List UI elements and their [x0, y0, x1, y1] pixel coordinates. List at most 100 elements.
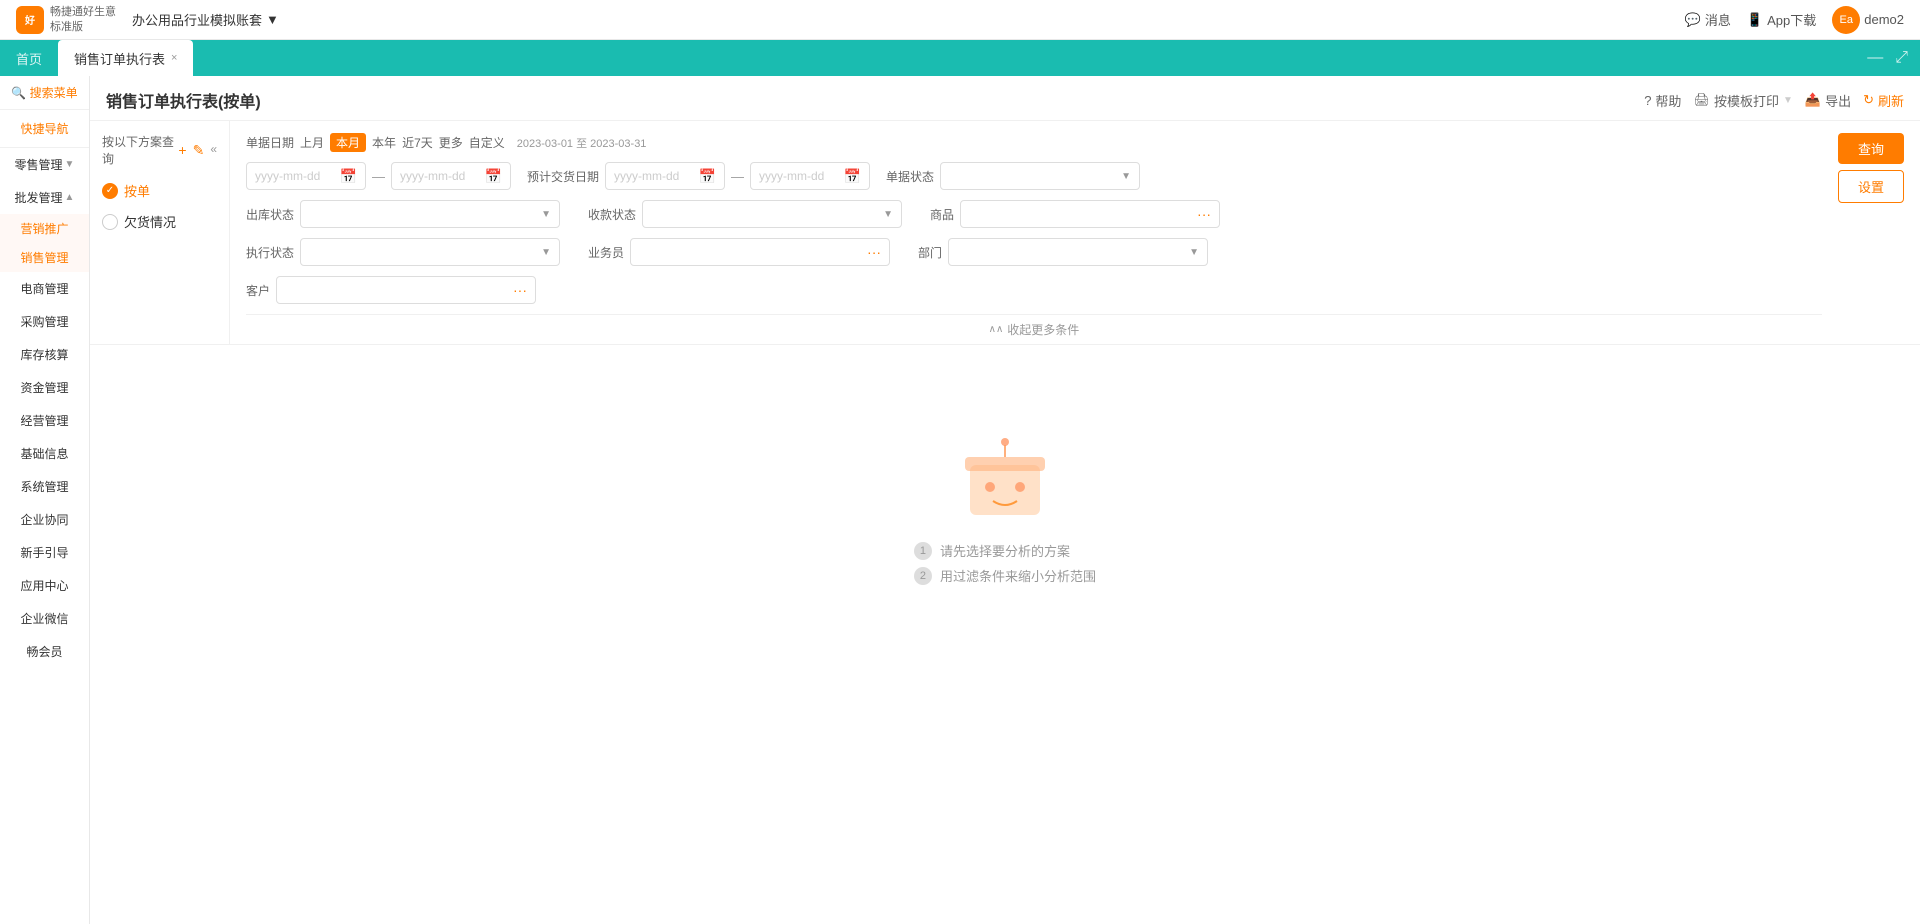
sidebar-item-marketing[interactable]: 营销推广: [0, 214, 89, 243]
app-icon: 📱: [1747, 12, 1763, 28]
salesperson-input[interactable]: ···: [630, 238, 890, 266]
minimize-icon[interactable]: —: [1863, 45, 1887, 71]
maximize-icon[interactable]: ⤢: [1891, 45, 1912, 71]
sidebar-item-ecommerce[interactable]: 电商管理: [0, 272, 89, 305]
doc-status-filter: 单据状态 ▼: [886, 162, 1140, 190]
sidebar-item-finance[interactable]: 资金管理: [0, 371, 89, 404]
logo-area: 好 畅捷通好生意 标准版: [16, 5, 116, 34]
scheme-item-shortage[interactable]: 欠货情况: [90, 206, 229, 237]
logo-icon: 好: [16, 6, 44, 34]
page-title: 销售订单执行表(按单): [106, 88, 261, 112]
date-7days-btn[interactable]: 近7天: [402, 134, 433, 151]
calendar-expected-end-icon[interactable]: 📅: [844, 168, 861, 185]
scheme-item-label-0: 按单: [124, 181, 150, 200]
goods-more-icon[interactable]: ···: [1197, 206, 1211, 222]
print-icon: 🖨: [1693, 92, 1710, 108]
doc-status-select[interactable]: ▼: [940, 162, 1140, 190]
export-label: 导出: [1825, 91, 1851, 110]
sidebar-item-inventory[interactable]: 库存核算: [0, 338, 89, 371]
sidebar-item-basic-info[interactable]: 基础信息: [0, 437, 89, 470]
sidebar-item-wechat[interactable]: 企业微信: [0, 602, 89, 635]
tab-close-icon[interactable]: ×: [171, 52, 177, 64]
empty-step-2: 2 用过滤条件来缩小分析范围: [914, 566, 1096, 585]
sidebar-item-member[interactable]: 畅会员: [0, 635, 89, 668]
scheme-collapse-icon[interactable]: «: [210, 142, 217, 159]
expected-date-start-input[interactable]: yyyy-mm-dd 📅: [605, 162, 725, 190]
print-button[interactable]: 🖨 按模板打印 ▼: [1693, 91, 1792, 110]
date-custom-btn[interactable]: 自定义: [469, 134, 505, 151]
sidebar-wholesale-arrow-icon: ▲: [65, 192, 75, 203]
salesperson-more-icon[interactable]: ···: [867, 244, 881, 260]
sidebar-item-purchase[interactable]: 采购管理: [0, 305, 89, 338]
department-filter: 部门 ▼: [918, 238, 1208, 266]
calendar-start-icon[interactable]: 📅: [340, 168, 357, 185]
avatar-initial: Ea: [1840, 14, 1853, 26]
empty-steps: 1 请先选择要分析的方案 2 用过滤条件来缩小分析范围: [914, 541, 1096, 585]
date-end-placeholder: yyyy-mm-dd: [400, 169, 465, 183]
industry-select[interactable]: 办公用品行业模拟账套 ▼: [124, 10, 287, 29]
date-prev-month-btn[interactable]: 上月: [300, 134, 324, 151]
page-header-actions: ? 帮助 🖨 按模板打印 ▼ 📤 导出 ↻ 刷新: [1644, 91, 1904, 110]
content-body: 按以下方案查询 + ✎ « ✓ 按单 欠货情况: [90, 121, 1920, 344]
sidebar-item-app-center[interactable]: 应用中心: [0, 569, 89, 602]
collapse-conditions-btn[interactable]: ∧∧ 收起更多条件: [246, 314, 1822, 344]
date-start-input[interactable]: yyyy-mm-dd 📅: [246, 162, 366, 190]
goods-input[interactable]: ···: [960, 200, 1220, 228]
customer-input[interactable]: ···: [276, 276, 536, 304]
scheme-dot-icon: ✓: [102, 183, 118, 199]
expected-date-end-input[interactable]: yyyy-mm-dd 📅: [750, 162, 870, 190]
calendar-expected-start-icon[interactable]: 📅: [699, 168, 716, 185]
sidebar-purchase-label: 采购管理: [20, 313, 68, 330]
logo-symbol: 好: [25, 12, 35, 27]
help-button[interactable]: ? 帮助: [1644, 91, 1681, 110]
industry-arrow-icon: ▼: [266, 12, 279, 27]
filter-panel-container: 单据日期 上月 本月 本年 近7天 更多 自定义 2023-03-01 至 20…: [230, 121, 1838, 344]
department-select[interactable]: ▼: [948, 238, 1208, 266]
date-year-btn[interactable]: 本年: [372, 134, 396, 151]
sidebar-item-sales[interactable]: 销售管理: [0, 243, 89, 272]
export-button[interactable]: 📤 导出: [1805, 91, 1851, 110]
delivery-status-label: 出库状态: [246, 206, 294, 223]
sidebar-item-retail[interactable]: 零售管理 ▼: [0, 148, 89, 181]
tab-sales-order[interactable]: 销售订单执行表 ×: [58, 40, 193, 76]
tab-sales-order-label: 销售订单执行表: [74, 49, 165, 68]
help-label: 帮助: [1655, 91, 1681, 110]
scheme-add-icon[interactable]: +: [178, 142, 186, 159]
scheme-panel-header: 按以下方案查询 + ✎ «: [90, 129, 229, 175]
search-icon: 🔍: [11, 86, 26, 100]
tab-home[interactable]: 首页: [0, 40, 58, 76]
sidebar-item-enterprise[interactable]: 企业协同: [0, 503, 89, 536]
date-end-input[interactable]: yyyy-mm-dd 📅: [391, 162, 511, 190]
settings-button[interactable]: 设置: [1838, 170, 1904, 203]
sidebar-item-newbie[interactable]: 新手引导: [0, 536, 89, 569]
user-area[interactable]: Ea demo2: [1832, 6, 1904, 34]
scheme-item-by-order[interactable]: ✓ 按单: [90, 175, 229, 206]
sidebar-item-system[interactable]: 系统管理: [0, 470, 89, 503]
sidebar-item-wholesale[interactable]: 批发管理 ▲: [0, 181, 89, 214]
refresh-button[interactable]: ↻ 刷新: [1863, 91, 1904, 110]
date-cur-month-btn[interactable]: 本月: [330, 133, 366, 152]
sidebar-inventory-label: 库存核算: [20, 346, 68, 363]
sidebar-search[interactable]: 🔍 搜索菜单: [0, 76, 89, 110]
sidebar-wholesale-label: 批发管理: [15, 189, 63, 206]
receipt-status-arrow-icon: ▼: [883, 209, 893, 220]
receipt-status-select[interactable]: ▼: [642, 200, 902, 228]
calendar-end-icon[interactable]: 📅: [485, 168, 502, 185]
date-more-btn[interactable]: 更多: [439, 134, 463, 151]
message-button[interactable]: 💬 消息: [1685, 10, 1731, 29]
quick-nav-label[interactable]: 快捷导航: [0, 114, 89, 143]
sidebar-sales-label: 销售管理: [20, 251, 68, 265]
exec-status-select[interactable]: ▼: [300, 238, 560, 266]
goods-filter: 商品 ···: [930, 200, 1220, 228]
department-label: 部门: [918, 244, 942, 261]
avatar: Ea: [1832, 6, 1860, 34]
sidebar-item-operations[interactable]: 经营管理: [0, 404, 89, 437]
exec-status-label: 执行状态: [246, 244, 294, 261]
scheme-edit-icon[interactable]: ✎: [193, 142, 205, 159]
scheme-panel-icons: + ✎ «: [178, 142, 217, 159]
app-download-button[interactable]: 📱 App下载: [1747, 10, 1816, 29]
query-button[interactable]: 查询: [1838, 133, 1904, 164]
customer-more-icon[interactable]: ···: [513, 282, 527, 298]
delivery-status-select[interactable]: ▼: [300, 200, 560, 228]
sidebar-quick-nav[interactable]: 快捷导航: [0, 110, 89, 148]
